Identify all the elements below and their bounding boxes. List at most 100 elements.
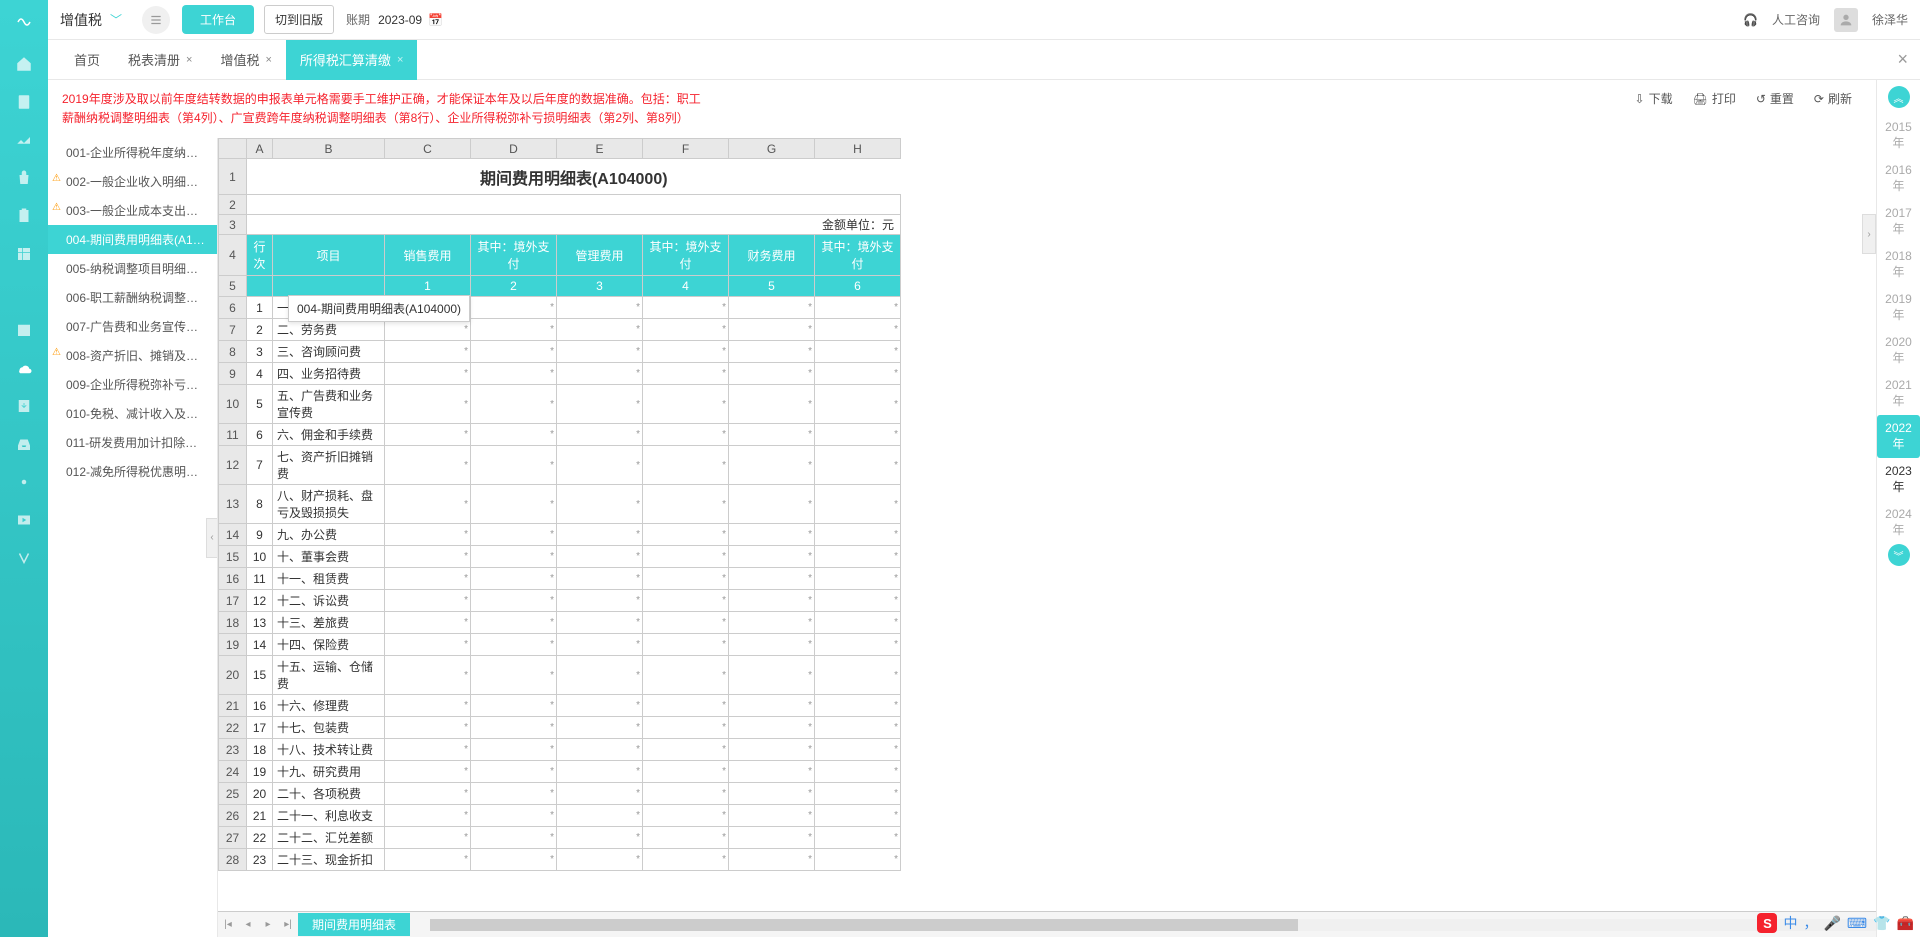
- data-cell[interactable]: *: [815, 568, 901, 590]
- data-cell[interactable]: *: [815, 805, 901, 827]
- collapse-handle[interactable]: ‹: [206, 518, 218, 558]
- data-cell[interactable]: *: [471, 485, 557, 524]
- data-cell[interactable]: *: [385, 612, 471, 634]
- data-cell[interactable]: *: [471, 612, 557, 634]
- data-cell[interactable]: *: [815, 590, 901, 612]
- data-cell[interactable]: *: [471, 363, 557, 385]
- col-header[interactable]: F: [643, 139, 729, 159]
- data-cell[interactable]: *: [557, 849, 643, 871]
- sheet-item[interactable]: ⚠002-一般企业收入明细表(A1...: [48, 167, 217, 196]
- col-header[interactable]: G: [729, 139, 815, 159]
- data-cell[interactable]: *: [643, 546, 729, 568]
- nav-bag-icon[interactable]: [14, 168, 34, 188]
- row-header[interactable]: 22: [219, 717, 247, 739]
- data-cell[interactable]: *: [815, 524, 901, 546]
- nav-inbox-icon[interactable]: [14, 434, 34, 454]
- print-button[interactable]: 🖨打印: [1693, 90, 1736, 107]
- data-cell[interactable]: *: [471, 297, 557, 319]
- data-cell[interactable]: *: [557, 739, 643, 761]
- nav-calendar-icon[interactable]: [14, 320, 34, 340]
- sheet-last-icon[interactable]: ▸|: [278, 919, 298, 930]
- data-cell[interactable]: *: [557, 695, 643, 717]
- close-icon[interactable]: ×: [265, 54, 271, 66]
- data-cell[interactable]: *: [557, 524, 643, 546]
- sheet-item[interactable]: 011-研发费用加计扣除优惠...: [48, 428, 217, 457]
- nav-clipboard-icon[interactable]: [14, 206, 34, 226]
- data-cell[interactable]: *: [729, 634, 815, 656]
- ime-lang[interactable]: 中: [1783, 913, 1797, 933]
- year-item[interactable]: 2022年: [1877, 415, 1920, 458]
- ime-shirt-icon[interactable]: 👕: [1873, 915, 1890, 932]
- app-logo[interactable]: [10, 8, 38, 36]
- row-header[interactable]: 3: [219, 215, 247, 235]
- data-cell[interactable]: *: [815, 546, 901, 568]
- year-item[interactable]: 2023年: [1877, 458, 1920, 501]
- tab-首页[interactable]: 首页: [60, 40, 114, 80]
- row-header[interactable]: 7: [219, 319, 247, 341]
- data-cell[interactable]: *: [385, 524, 471, 546]
- row-header[interactable]: 24: [219, 761, 247, 783]
- year-item[interactable]: 2016年: [1877, 157, 1920, 200]
- close-icon[interactable]: ×: [186, 54, 192, 66]
- row-header[interactable]: 14: [219, 524, 247, 546]
- row-header[interactable]: 25: [219, 783, 247, 805]
- data-cell[interactable]: *: [643, 805, 729, 827]
- data-cell[interactable]: *: [643, 485, 729, 524]
- data-cell[interactable]: *: [471, 827, 557, 849]
- data-cell[interactable]: *: [729, 656, 815, 695]
- data-cell[interactable]: *: [557, 590, 643, 612]
- row-header[interactable]: 15: [219, 546, 247, 568]
- data-cell[interactable]: *: [729, 424, 815, 446]
- tab-所得税汇算清缴[interactable]: 所得税汇算清缴×: [286, 40, 417, 80]
- row-header[interactable]: 6: [219, 297, 247, 319]
- year-item[interactable]: 2019年: [1877, 286, 1920, 329]
- data-cell[interactable]: *: [557, 297, 643, 319]
- data-cell[interactable]: *: [557, 612, 643, 634]
- data-cell[interactable]: *: [557, 783, 643, 805]
- row-header[interactable]: 19: [219, 634, 247, 656]
- list-icon-button[interactable]: [142, 6, 170, 34]
- data-cell[interactable]: *: [729, 783, 815, 805]
- data-cell[interactable]: *: [385, 546, 471, 568]
- row-header[interactable]: 28: [219, 849, 247, 871]
- data-cell[interactable]: *: [815, 612, 901, 634]
- data-cell[interactable]: *: [729, 739, 815, 761]
- data-cell[interactable]: *: [385, 827, 471, 849]
- horizontal-scrollbar[interactable]: [430, 919, 1876, 931]
- ime-mic-icon[interactable]: 🎤: [1823, 915, 1840, 932]
- data-cell[interactable]: *: [815, 634, 901, 656]
- sheet-item[interactable]: 001-企业所得税年度纳税申...: [48, 138, 217, 167]
- data-cell[interactable]: *: [385, 485, 471, 524]
- sheet-item[interactable]: 010-免税、减计收入及加计...: [48, 399, 217, 428]
- data-cell[interactable]: *: [385, 385, 471, 424]
- data-cell[interactable]: *: [729, 695, 815, 717]
- col-header[interactable]: D: [471, 139, 557, 159]
- data-cell[interactable]: *: [557, 485, 643, 524]
- data-cell[interactable]: *: [643, 424, 729, 446]
- data-cell[interactable]: *: [643, 849, 729, 871]
- data-cell[interactable]: *: [815, 485, 901, 524]
- data-cell[interactable]: *: [815, 424, 901, 446]
- row-header[interactable]: 5: [219, 276, 247, 297]
- data-cell[interactable]: *: [815, 717, 901, 739]
- data-cell[interactable]: *: [471, 568, 557, 590]
- ime-punct-icon[interactable]: ，: [1803, 913, 1817, 933]
- data-cell[interactable]: *: [643, 297, 729, 319]
- sheet-item[interactable]: 004-期间费用明细表(A1040...: [48, 225, 217, 254]
- col-header[interactable]: H: [815, 139, 901, 159]
- data-cell[interactable]: *: [471, 717, 557, 739]
- data-cell[interactable]: *: [385, 761, 471, 783]
- data-cell[interactable]: *: [643, 634, 729, 656]
- data-cell[interactable]: *: [557, 385, 643, 424]
- data-cell[interactable]: *: [643, 568, 729, 590]
- row-header[interactable]: 13: [219, 485, 247, 524]
- data-cell[interactable]: *: [471, 634, 557, 656]
- sheet-item[interactable]: 006-职工薪酬纳税调整明细...: [48, 283, 217, 312]
- sheet-item[interactable]: 012-减免所得税优惠明细表(...: [48, 457, 217, 486]
- nav-settings-icon[interactable]: [14, 472, 34, 492]
- data-cell[interactable]: *: [729, 805, 815, 827]
- data-cell[interactable]: *: [385, 717, 471, 739]
- data-cell[interactable]: *: [471, 385, 557, 424]
- reset-button[interactable]: ↺重置: [1756, 90, 1794, 107]
- data-cell[interactable]: *: [471, 805, 557, 827]
